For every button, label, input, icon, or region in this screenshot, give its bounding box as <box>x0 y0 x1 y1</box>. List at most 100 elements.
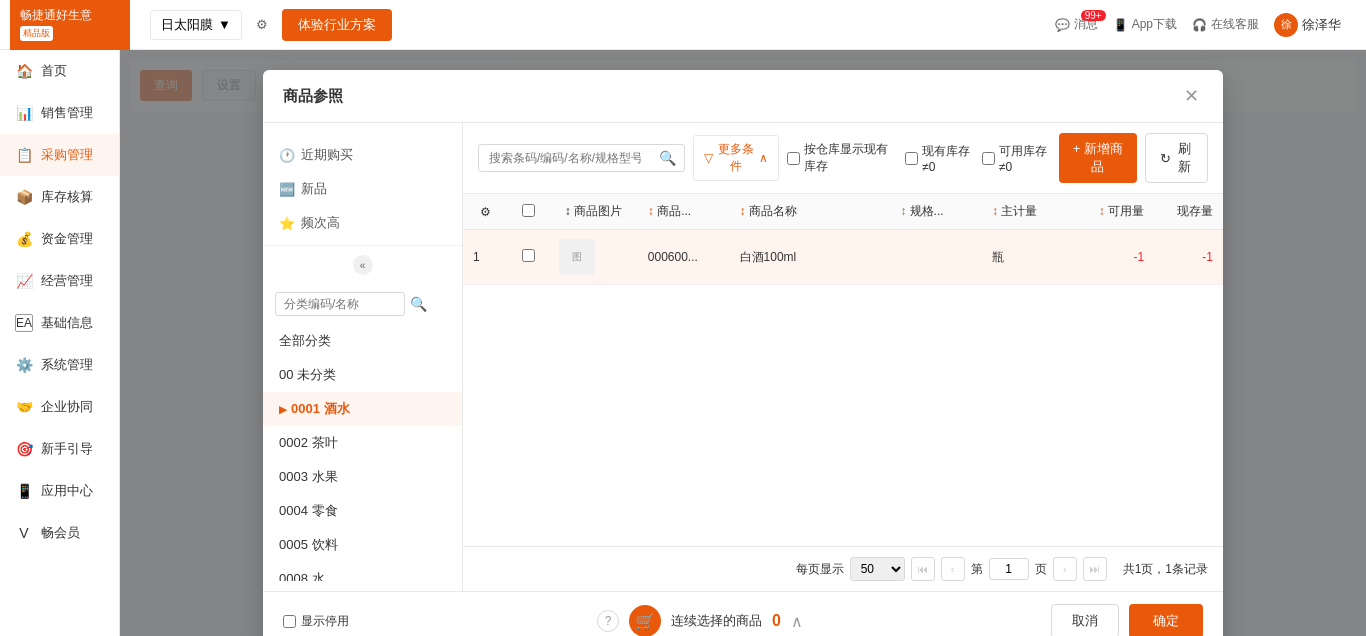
per-page-label: 每页显示 <box>796 561 844 578</box>
checkbox-available-stock-input[interactable] <box>982 152 995 165</box>
gear-icon[interactable]: ⚙ <box>252 15 272 35</box>
modal-toolbar: 🔍 ▽ 更多条件 ∧ 按仓库显示现有库存 <box>463 123 1223 194</box>
category-0001[interactable]: ▶ 0001 酒水 <box>263 392 462 426</box>
col-code-sort[interactable]: ↕ <box>648 204 654 218</box>
sidebar-label-apps: 应用中心 <box>41 482 93 500</box>
chevron-up-icon: ∧ <box>759 151 768 165</box>
col-image-sort[interactable]: ↕ <box>565 204 571 218</box>
collapse-footer-icon[interactable]: ∧ <box>791 612 803 631</box>
sidebar-item-basics[interactable]: EA 基础信息 <box>0 302 119 344</box>
online-service-btn[interactable]: 🎧 在线客服 <box>1192 16 1259 33</box>
pagination: 每页显示 50 100 ⏮ ‹ 第 页 › ⏭ 共 <box>463 546 1223 591</box>
product-search-input[interactable] <box>479 146 651 170</box>
cancel-button[interactable]: 取消 <box>1051 604 1119 636</box>
checkbox-warehouse-input[interactable] <box>787 152 800 165</box>
col-name-sort[interactable]: ↕ <box>740 204 746 218</box>
cart-icon[interactable]: 🛒 <box>629 605 661 636</box>
category-search-input[interactable] <box>275 292 405 316</box>
recent-buy-item[interactable]: 🕐 近期购买 <box>263 138 462 172</box>
guide-icon: 🎯 <box>15 440 33 458</box>
first-page-button[interactable]: ⏮ <box>911 557 935 581</box>
new-products-item[interactable]: 🆕 新品 <box>263 172 462 206</box>
checkbox-existing-stock-label: 现有库存≠0 <box>922 143 974 174</box>
modal-title: 商品参照 <box>283 87 343 106</box>
messages-btn[interactable]: 💬 消息 99+ <box>1055 16 1098 33</box>
category-0004[interactable]: 0004 零食 <box>263 494 462 528</box>
sidebar-label-member: 畅会员 <box>41 524 80 542</box>
col-spec-sort[interactable]: ↕ <box>900 204 906 218</box>
col-available-header: ↕ 可用量 <box>1062 194 1154 230</box>
apps-icon: 📱 <box>15 482 33 500</box>
page-number-input[interactable] <box>989 558 1029 580</box>
nav-dropdown[interactable]: 日太阳膜 ▼ <box>150 10 242 40</box>
category-0005[interactable]: 0005 饮料 <box>263 528 462 562</box>
col-unit-sort[interactable]: ↕ <box>992 204 998 218</box>
checkbox-warehouse[interactable]: 按仓库显示现有库存 <box>787 141 897 175</box>
modal-body: 🕐 近期购买 🆕 新品 ⭐ 频次高 <box>263 123 1223 591</box>
sidebar-item-guide[interactable]: 🎯 新手引导 <box>0 428 119 470</box>
sidebar-item-home[interactable]: 🏠 首页 <box>0 50 119 92</box>
refresh-button[interactable]: ↻ 刷新 <box>1145 133 1208 183</box>
prev-page-button[interactable]: ‹ <box>941 557 965 581</box>
show-disabled-input[interactable] <box>283 615 296 628</box>
product-search-button[interactable]: 🔍 <box>651 145 684 171</box>
nav-btn-experience[interactable]: 体验行业方案 <box>282 9 392 41</box>
modal-right-panel: 🔍 ▽ 更多条件 ∧ 按仓库显示现有库存 <box>463 123 1223 591</box>
add-product-button[interactable]: + 新增商品 <box>1059 133 1138 183</box>
modal-overlay: 商品参照 ✕ 🕐 近期购买 🆕 <box>120 50 1366 636</box>
refresh-label: 刷新 <box>1175 140 1193 176</box>
checkbox-existing-stock[interactable]: 现有库存≠0 <box>905 143 974 174</box>
col-available-sort[interactable]: ↕ <box>1099 204 1105 218</box>
row-name: 白酒100ml <box>730 230 891 285</box>
collapse-button[interactable]: « <box>353 255 373 275</box>
category-0002[interactable]: 0002 茶叶 <box>263 426 462 460</box>
app-download-btn[interactable]: 📱 App下载 <box>1113 16 1177 33</box>
sidebar-label-finance: 资金管理 <box>41 230 93 248</box>
category-0008[interactable]: 0008 水 <box>263 562 462 581</box>
member-icon: V <box>15 524 33 542</box>
modal-left-panel: 🕐 近期购买 🆕 新品 ⭐ 频次高 <box>263 123 463 591</box>
headset-icon: 🎧 <box>1192 18 1207 32</box>
category-all[interactable]: 全部分类 <box>263 324 462 358</box>
sidebar-item-finance[interactable]: 💰 资金管理 <box>0 218 119 260</box>
avatar: 徐 <box>1274 13 1298 37</box>
modal-close-button[interactable]: ✕ <box>1179 84 1203 108</box>
chevron-down-icon: ▼ <box>218 17 231 32</box>
table-row[interactable]: 1 图 000600... 白酒100ml <box>463 230 1223 285</box>
category-label-0004: 0004 零食 <box>279 502 338 520</box>
row-spec <box>890 230 982 285</box>
page-word2: 页 <box>1035 561 1047 578</box>
select-all-checkbox[interactable] <box>522 204 535 217</box>
category-uncategorized[interactable]: 00 未分类 <box>263 358 462 392</box>
modal-header: 商品参照 ✕ <box>263 70 1223 123</box>
next-page-button[interactable]: › <box>1053 557 1077 581</box>
sidebar-item-sales[interactable]: 📊 销售管理 <box>0 92 119 134</box>
category-label-0008: 0008 水 <box>279 570 325 581</box>
checkbox-existing-stock-input[interactable] <box>905 152 918 165</box>
sidebar-item-inventory[interactable]: 📦 库存核算 <box>0 176 119 218</box>
category-search-icon[interactable]: 🔍 <box>410 296 427 312</box>
main-content: 查询 设置 刷新 商品参照 ✕ <box>120 50 1366 636</box>
sidebar-item-apps[interactable]: 📱 应用中心 <box>0 470 119 512</box>
freq-high-item[interactable]: ⭐ 频次高 <box>263 206 462 240</box>
show-disabled-checkbox[interactable]: 显示停用 <box>283 613 349 630</box>
sidebar-label-inventory: 库存核算 <box>41 188 93 206</box>
row-checkbox[interactable] <box>509 230 549 285</box>
confirm-button[interactable]: 确定 <box>1129 604 1203 636</box>
sidebar-item-purchase[interactable]: 📋 采购管理 <box>0 134 119 176</box>
category-0003[interactable]: 0003 水果 <box>263 460 462 494</box>
nav-right: 💬 消息 99+ 📱 App下载 🎧 在线客服 徐 徐泽华 <box>1055 13 1356 37</box>
col-settings[interactable]: ⚙ <box>463 194 509 230</box>
sidebar-label-home: 首页 <box>41 62 67 80</box>
sidebar-item-collab[interactable]: 🤝 企业协同 <box>0 386 119 428</box>
last-page-button[interactable]: ⏭ <box>1083 557 1107 581</box>
sidebar-item-member[interactable]: V 畅会员 <box>0 512 119 554</box>
help-icon[interactable]: ? <box>597 610 619 632</box>
per-page-select[interactable]: 50 100 <box>850 557 905 581</box>
checkbox-available-stock[interactable]: 可用库存≠0 <box>982 143 1051 174</box>
more-filter-button[interactable]: ▽ 更多条件 ∧ <box>693 135 780 181</box>
sidebar-item-system[interactable]: ⚙️ 系统管理 <box>0 344 119 386</box>
user-area[interactable]: 徐 徐泽华 <box>1274 13 1341 37</box>
row-select-checkbox[interactable] <box>522 249 535 262</box>
sidebar-item-operations[interactable]: 📈 经营管理 <box>0 260 119 302</box>
